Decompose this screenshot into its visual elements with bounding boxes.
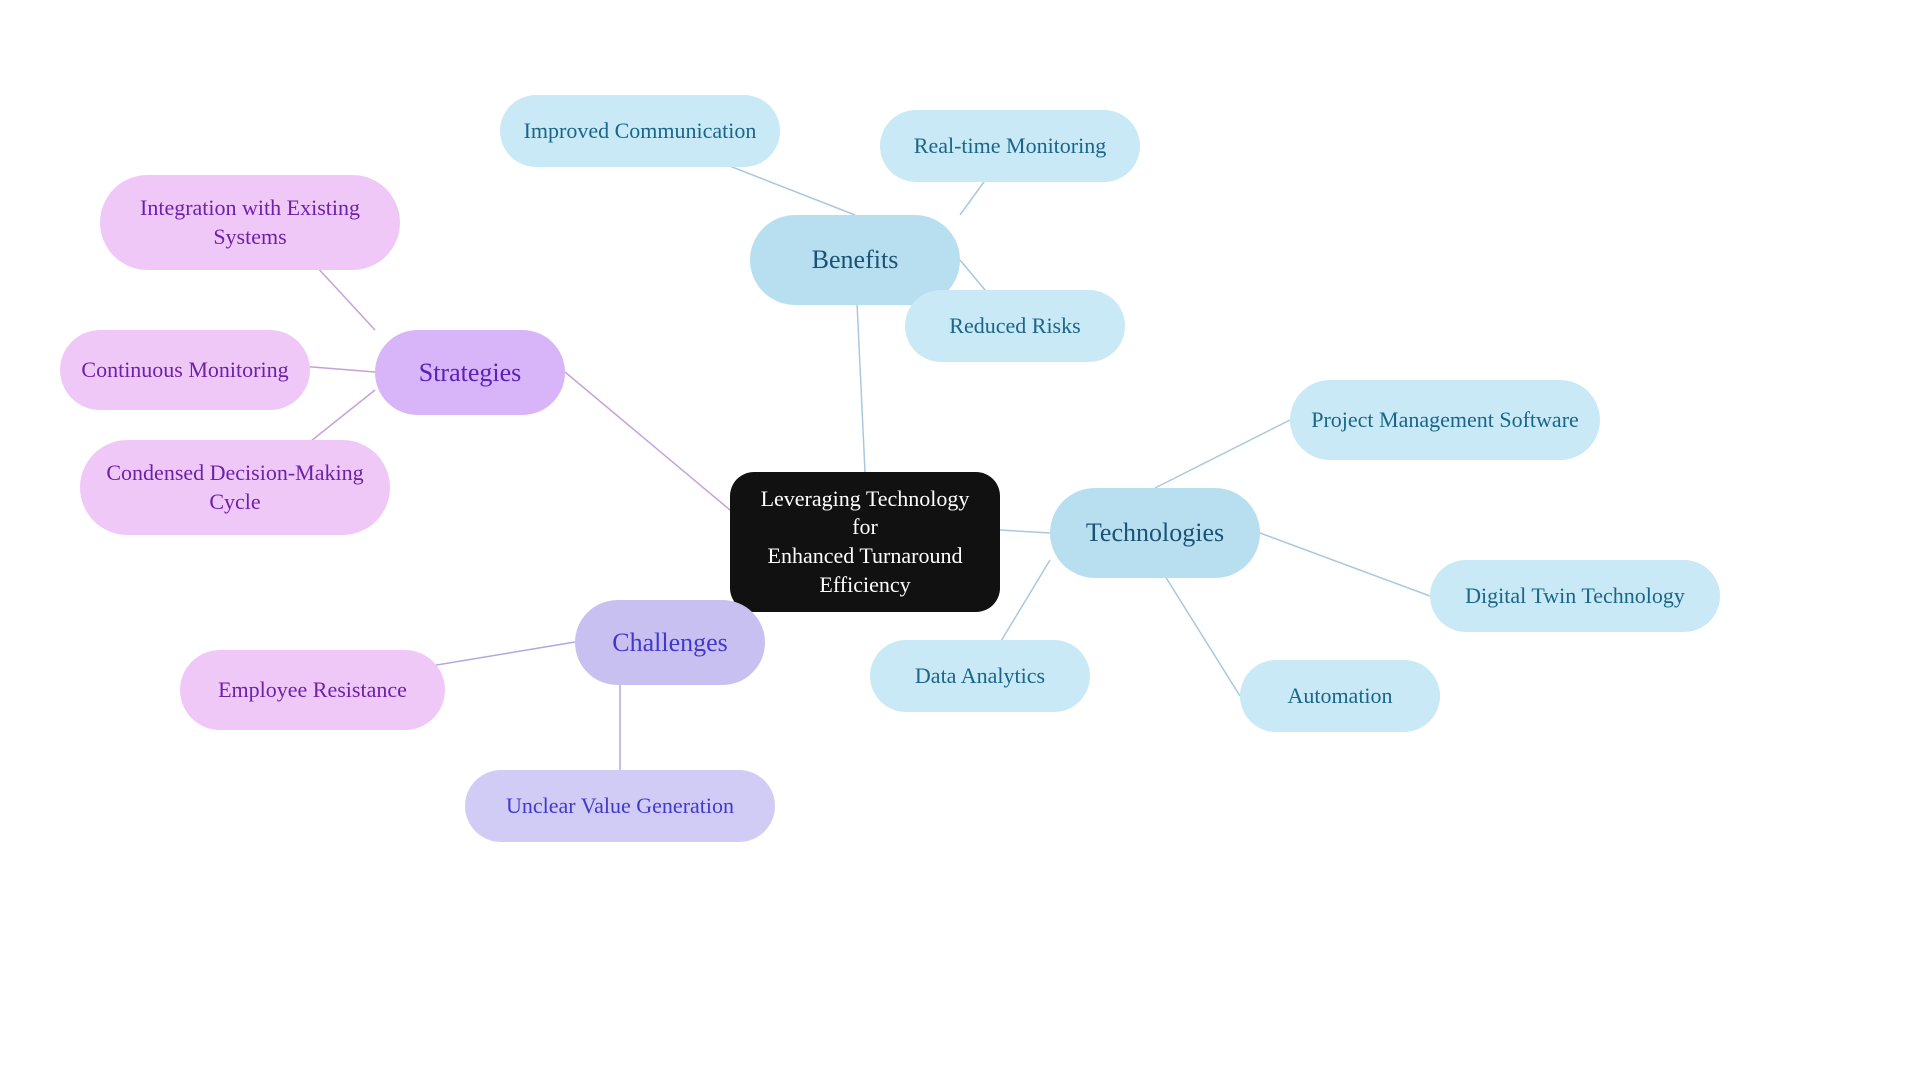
unclear-value-node: Unclear Value Generation bbox=[465, 770, 775, 842]
integration-node: Integration with Existing Systems bbox=[100, 175, 400, 270]
condensed-decision-label: Condensed Decision-Making Cycle bbox=[98, 459, 372, 516]
project-management-label: Project Management Software bbox=[1311, 406, 1579, 435]
automation-node: Automation bbox=[1240, 660, 1440, 732]
improved-communication-label: Improved Communication bbox=[524, 117, 757, 146]
reduced-risks-label: Reduced Risks bbox=[949, 312, 1080, 341]
center-node: Leveraging Technology for Enhanced Turna… bbox=[730, 472, 1000, 612]
improved-communication-node: Improved Communication bbox=[500, 95, 780, 167]
strategies-label: Strategies bbox=[419, 356, 522, 390]
reduced-risks-node: Reduced Risks bbox=[905, 290, 1125, 362]
technologies-label: Technologies bbox=[1086, 516, 1224, 550]
technologies-node: Technologies bbox=[1050, 488, 1260, 578]
challenges-label: Challenges bbox=[612, 626, 728, 660]
digital-twin-label: Digital Twin Technology bbox=[1465, 582, 1685, 611]
digital-twin-node: Digital Twin Technology bbox=[1430, 560, 1720, 632]
automation-label: Automation bbox=[1287, 682, 1392, 711]
continuous-monitoring-label: Continuous Monitoring bbox=[81, 356, 288, 385]
center-label: Leveraging Technology for Enhanced Turna… bbox=[748, 485, 982, 599]
realtime-monitoring-label: Real-time Monitoring bbox=[914, 132, 1106, 161]
challenges-node: Challenges bbox=[575, 600, 765, 685]
employee-resistance-node: Employee Resistance bbox=[180, 650, 445, 730]
data-analytics-node: Data Analytics bbox=[870, 640, 1090, 712]
employee-resistance-label: Employee Resistance bbox=[218, 676, 407, 705]
integration-label: Integration with Existing Systems bbox=[118, 194, 382, 251]
benefits-label: Benefits bbox=[812, 243, 899, 277]
unclear-value-label: Unclear Value Generation bbox=[506, 792, 734, 821]
data-analytics-label: Data Analytics bbox=[915, 662, 1045, 691]
project-management-software-node: Project Management Software bbox=[1290, 380, 1600, 460]
condensed-decision-node: Condensed Decision-Making Cycle bbox=[80, 440, 390, 535]
realtime-monitoring-node: Real-time Monitoring bbox=[880, 110, 1140, 182]
continuous-monitoring-node: Continuous Monitoring bbox=[60, 330, 310, 410]
strategies-node: Strategies bbox=[375, 330, 565, 415]
